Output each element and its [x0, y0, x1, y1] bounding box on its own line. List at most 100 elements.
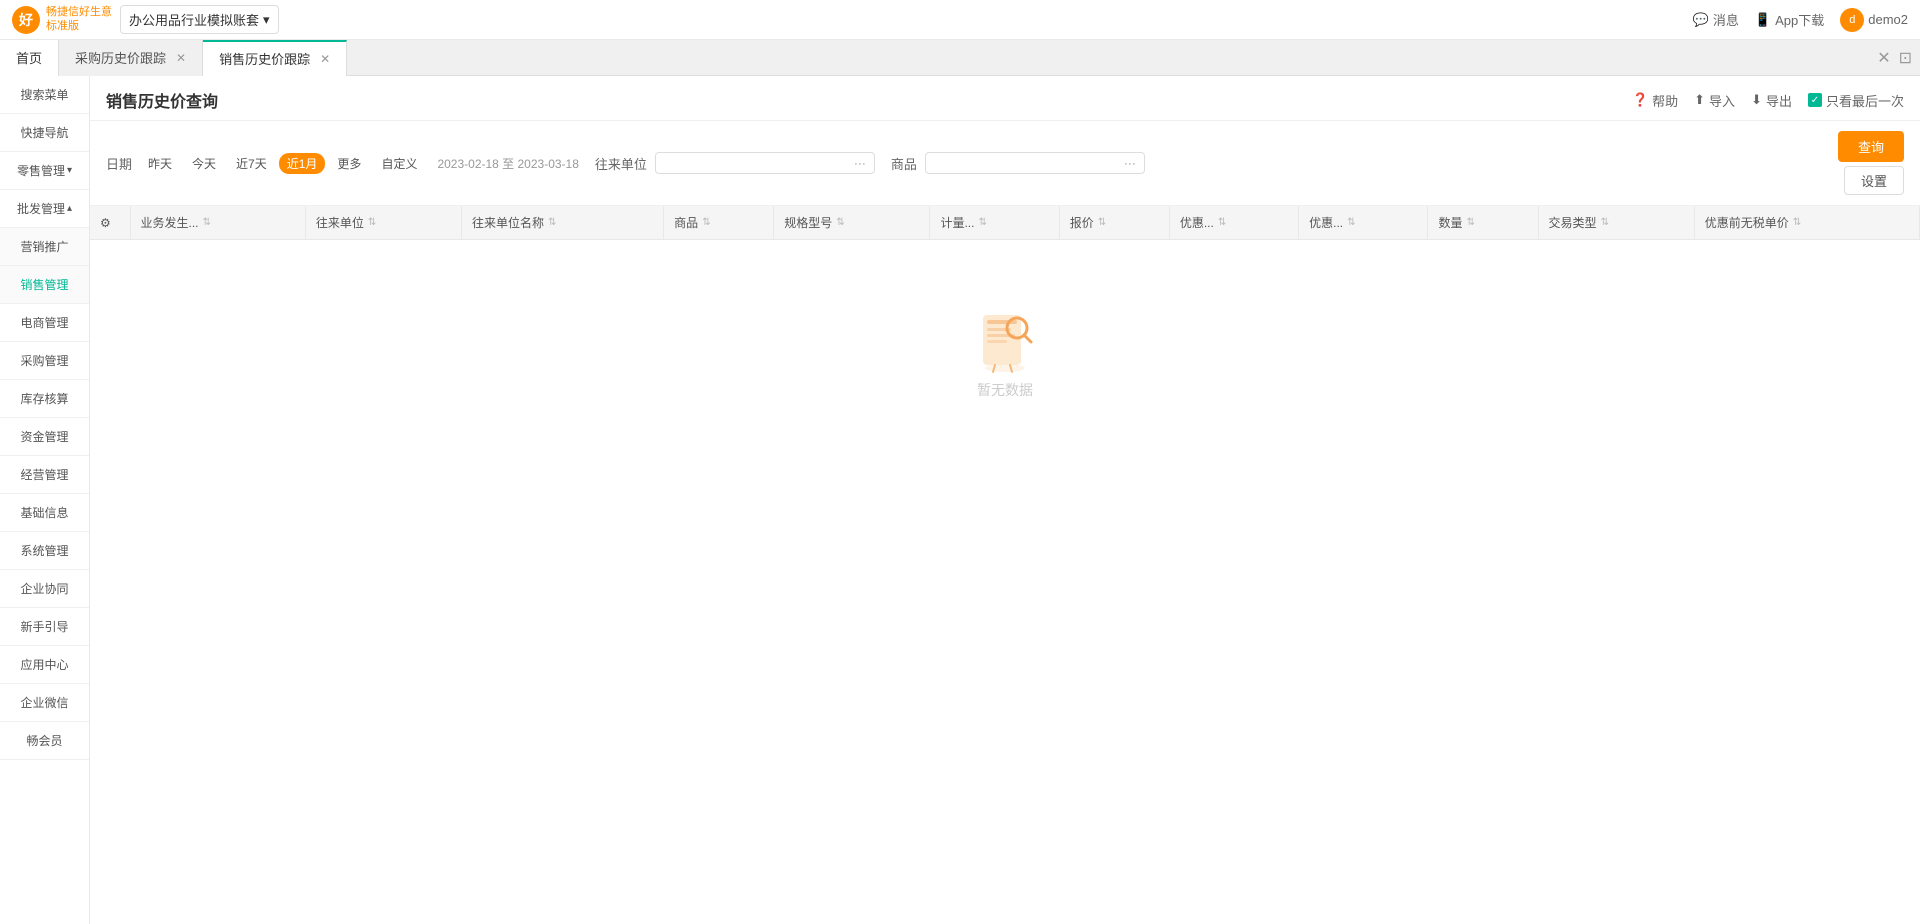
product-input[interactable]: ··· [925, 152, 1145, 174]
tab-sales-history-label: 销售历史价跟踪 [219, 49, 310, 68]
col-spec[interactable]: 规格型号⇅ [774, 206, 930, 240]
col-settings[interactable]: ⚙ [90, 206, 130, 240]
tab-controls: ✕ ⊡ [347, 48, 1920, 68]
col-quantity[interactable]: 数量⇅ [1428, 206, 1538, 240]
sidebar-item-finance[interactable]: 资金管理 [0, 418, 89, 456]
help-button[interactable]: ❓ 帮助 [1632, 91, 1678, 110]
date-option-7days[interactable]: 近7天 [228, 153, 275, 174]
date-option-today[interactable]: 今天 [184, 153, 224, 174]
help-icon: ❓ [1632, 92, 1648, 108]
page-actions: ❓ 帮助 ⬆ 导入 ⬇ 导出 ✓ 只看最后一次 [1632, 91, 1904, 110]
message-button[interactable]: 💬 消息 [1693, 10, 1739, 29]
avatar: d [1840, 8, 1864, 32]
sort-icon: ⇅ [1218, 217, 1226, 228]
date-option-more[interactable]: 更多 [329, 153, 369, 174]
sidebar-item-app-center[interactable]: 应用中心 [0, 646, 89, 684]
only-last-checkbox[interactable]: ✓ 只看最后一次 [1808, 91, 1904, 110]
sidebar-item-marketing[interactable]: 营销推广 [0, 228, 89, 266]
app-selector[interactable]: 办公用品行业模拟账套 ▾ [120, 5, 279, 34]
sort-icon: ⇅ [368, 217, 376, 228]
tab-home[interactable]: 首页 [0, 40, 59, 76]
sort-icon: ⇅ [548, 217, 556, 228]
date-option-yesterday[interactable]: 昨天 [140, 153, 180, 174]
sidebar-item-member[interactable]: 畅会员 [0, 722, 89, 760]
page-title: 销售历史价查询 [106, 88, 218, 112]
product-input-ellipsis: ··· [1124, 156, 1136, 170]
sidebar-item-system[interactable]: 系统管理 [0, 532, 89, 570]
filter-bar: 日期 昨天 今天 近7天 近1月 更多 自定义 2023-02-18 至 202… [90, 121, 1920, 206]
col-partner-name[interactable]: 往来单位名称⇅ [461, 206, 663, 240]
partner-input-ellipsis: ··· [854, 156, 866, 170]
data-table: ⚙ 业务发生...⇅ 往来单位⇅ 往来单位名称⇅ 商品⇅ [90, 206, 1920, 240]
tabbar: 首页 采购历史价跟踪 ✕ 销售历史价跟踪 ✕ ✕ ⊡ [0, 40, 1920, 76]
table-header-row: ⚙ 业务发生...⇅ 往来单位⇅ 往来单位名称⇅ 商品⇅ [90, 206, 1920, 240]
import-icon: ⬆ [1694, 92, 1705, 108]
chevron-down-icon: ▾ [67, 165, 72, 176]
sidebar-item-enterprise-coop[interactable]: 企业协同 [0, 570, 89, 608]
sidebar-item-wholesale-mgmt[interactable]: 批发管理 ▴ [0, 190, 89, 228]
app-download-button[interactable]: 📱 App下载 [1755, 10, 1824, 29]
topbar-right: 💬 消息 📱 App下载 d demo2 [1693, 8, 1908, 32]
sort-icon: ⇅ [1601, 217, 1609, 228]
partner-input[interactable]: ··· [655, 152, 875, 174]
logo-area: 好 畅捷信好生意 标准版 [12, 6, 112, 34]
user-avatar-button[interactable]: d demo2 [1840, 8, 1908, 32]
filter-actions: 查询 设置 [1838, 131, 1904, 195]
sort-icon: ⇅ [1466, 217, 1474, 228]
settings-button[interactable]: 设置 [1844, 166, 1904, 195]
col-quote-price[interactable]: 报价⇅ [1059, 206, 1169, 240]
maximize-button[interactable]: ⊡ [1899, 48, 1912, 68]
tab-sales-history-close[interactable]: ✕ [320, 52, 330, 66]
sidebar-item-ecommerce[interactable]: 电商管理 [0, 304, 89, 342]
tab-sales-history[interactable]: 销售历史价跟踪 ✕ [203, 40, 347, 76]
sidebar-item-sales-mgmt[interactable]: 销售管理 [0, 266, 89, 304]
sidebar-item-search-menu[interactable]: 搜索菜单 [0, 76, 89, 114]
date-filter-group: 日期 昨天 今天 近7天 近1月 更多 自定义 2023-02-18 至 202… [106, 153, 579, 174]
sidebar-item-quick-nav[interactable]: 快捷导航 [0, 114, 89, 152]
content-area: 销售历史价查询 ❓ 帮助 ⬆ 导入 ⬇ 导出 ✓ 只看最后一次 [90, 76, 1920, 924]
table-header: ⚙ 业务发生...⇅ 往来单位⇅ 往来单位名称⇅ 商品⇅ [90, 206, 1920, 240]
col-partner-code[interactable]: 往来单位⇅ [305, 206, 461, 240]
sidebar-item-purchase[interactable]: 采购管理 [0, 342, 89, 380]
export-button[interactable]: ⬇ 导出 [1751, 91, 1792, 110]
page-header: 销售历史价查询 ❓ 帮助 ⬆ 导入 ⬇ 导出 ✓ 只看最后一次 [90, 76, 1920, 121]
settings-icon: ⚙ [100, 216, 111, 230]
sidebar-item-inventory[interactable]: 库存核算 [0, 380, 89, 418]
tab-purchase-history-close[interactable]: ✕ [176, 51, 186, 65]
sidebar-item-operations[interactable]: 经营管理 [0, 456, 89, 494]
tab-home-label: 首页 [16, 48, 42, 67]
col-product[interactable]: 商品⇅ [664, 206, 774, 240]
partner-label: 往来单位 [595, 154, 647, 173]
sidebar-item-enterprise-wechat[interactable]: 企业微信 [0, 684, 89, 722]
tab-purchase-history[interactable]: 采购历史价跟踪 ✕ [59, 40, 203, 76]
col-trade-type[interactable]: 交易类型⇅ [1538, 206, 1694, 240]
product-filter-group: 商品 ··· [891, 152, 1145, 174]
product-label: 商品 [891, 154, 917, 173]
date-range-display: 2023-02-18 至 2023-03-18 [437, 155, 578, 172]
close-all-tabs-button[interactable]: ✕ [1877, 48, 1890, 68]
sidebar: 搜索菜单 快捷导航 零售管理 ▾ 批发管理 ▴ 营销推广 销售管理 电商管理 采… [0, 76, 90, 924]
sidebar-item-retail-mgmt[interactable]: 零售管理 ▾ [0, 152, 89, 190]
date-option-1month[interactable]: 近1月 [279, 153, 326, 174]
chevron-up-icon: ▴ [67, 203, 72, 214]
topbar: 好 畅捷信好生意 标准版 办公用品行业模拟账套 ▾ 💬 消息 📱 App下载 d… [0, 0, 1920, 40]
export-icon: ⬇ [1751, 92, 1762, 108]
col-unit[interactable]: 计量...⇅ [930, 206, 1059, 240]
import-button[interactable]: ⬆ 导入 [1694, 91, 1735, 110]
empty-illustration [965, 300, 1045, 380]
query-button[interactable]: 查询 [1838, 131, 1904, 162]
logo-text: 畅捷信好生意 标准版 [46, 6, 112, 32]
date-option-custom[interactable]: 自定义 [373, 153, 425, 174]
col-pretax-price[interactable]: 优惠前无税单价⇅ [1694, 206, 1919, 240]
sort-icon: ⇅ [836, 217, 844, 228]
tab-purchase-history-label: 采购历史价跟踪 [75, 48, 166, 67]
col-discount1[interactable]: 优惠...⇅ [1169, 206, 1298, 240]
sort-icon: ⇅ [702, 217, 710, 228]
sort-icon: ⇅ [978, 217, 986, 228]
sidebar-item-basic-info[interactable]: 基础信息 [0, 494, 89, 532]
col-discount2[interactable]: 优惠...⇅ [1299, 206, 1428, 240]
sidebar-item-new-guide[interactable]: 新手引导 [0, 608, 89, 646]
sort-icon: ⇅ [1098, 217, 1106, 228]
col-biz-date[interactable]: 业务发生...⇅ [130, 206, 305, 240]
sort-icon: ⇅ [1793, 217, 1801, 228]
